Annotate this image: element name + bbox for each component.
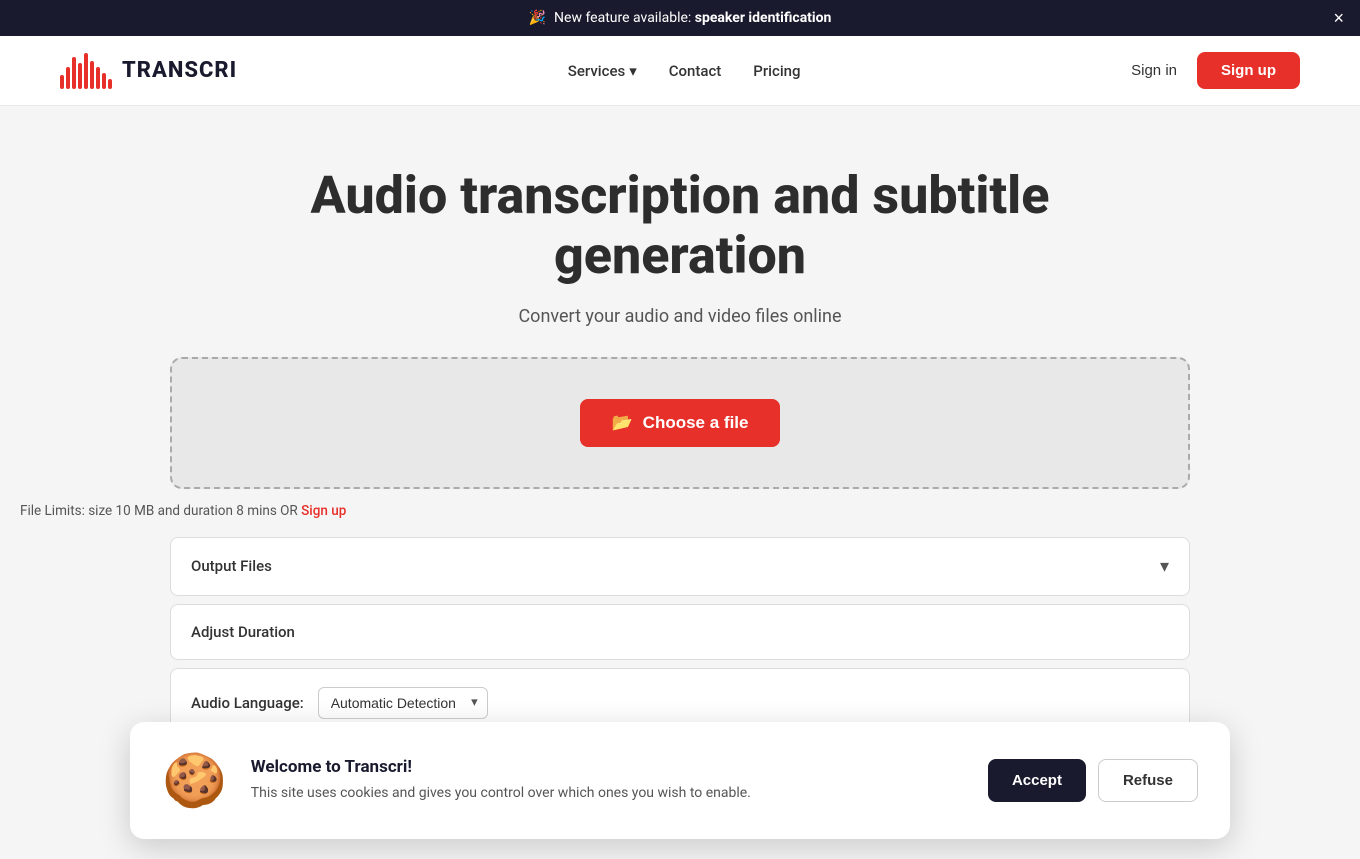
hero-subtitle: Convert your audio and video files onlin… [518,306,841,327]
output-files-accordion[interactable]: Output Files ▾ [170,537,1190,596]
language-select-wrapper: Automatic Detection English French Spani… [318,687,488,719]
cookie-banner-description: This site uses cookies and gives you con… [251,783,964,804]
logo[interactable]: TRANSCRI [60,53,237,89]
announcement-highlight: speaker identification [695,10,832,26]
choose-file-button[interactable]: 📂 Choose a file [580,399,781,447]
header: TRANSCRI Services ▾ Contact Pricing Sign… [0,36,1360,106]
cookie-refuse-button[interactable]: Refuse [1098,759,1198,802]
nav-actions: Sign in Sign up [1131,52,1300,89]
adjust-duration-label: Adjust Duration [191,623,295,641]
cookie-text: Welcome to Transcri! This site uses cook… [251,757,964,804]
announcement-text: New feature available: speaker identific… [554,10,831,26]
cookie-icon: 🍪 [162,750,227,811]
folder-icon: 📂 [612,413,633,433]
nav-services[interactable]: Services ▾ [568,62,637,80]
nav-contact[interactable]: Contact [669,62,722,80]
cookie-banner-actions: Accept Refuse [988,759,1198,802]
main-nav: Services ▾ Contact Pricing [568,61,801,80]
announcement-close-button[interactable]: × [1333,9,1344,27]
cookie-accept-button[interactable]: Accept [988,759,1086,802]
announcement-bar: 🎉 New feature available: speaker identif… [0,0,1360,36]
file-limits-text: File Limits: size 10 MB and duration 8 m… [20,503,1040,519]
chevron-down-icon: ▾ [1160,556,1169,577]
announcement-emoji: 🎉 [529,10,546,26]
cookie-banner: 🍪 Welcome to Transcri! This site uses co… [130,722,1230,839]
audio-language-label: Audio Language: [191,694,304,712]
language-select[interactable]: Automatic Detection English French Spani… [318,687,488,719]
signin-button[interactable]: Sign in [1131,62,1177,79]
signup-link[interactable]: Sign up [301,503,346,519]
output-files-label: Output Files [191,557,272,575]
chevron-down-icon: ▾ [629,62,637,80]
logo-waveform-icon [60,53,112,89]
nav-pricing[interactable]: Pricing [753,62,800,80]
upload-dropzone[interactable]: 📂 Choose a file [170,357,1190,489]
signup-button[interactable]: Sign up [1197,52,1300,89]
logo-text: TRANSCRI [122,58,237,83]
adjust-duration-accordion[interactable]: Adjust Duration [170,604,1190,660]
hero-title: Audio transcription and subtitle generat… [280,166,1080,286]
cookie-banner-title: Welcome to Transcri! [251,757,964,777]
